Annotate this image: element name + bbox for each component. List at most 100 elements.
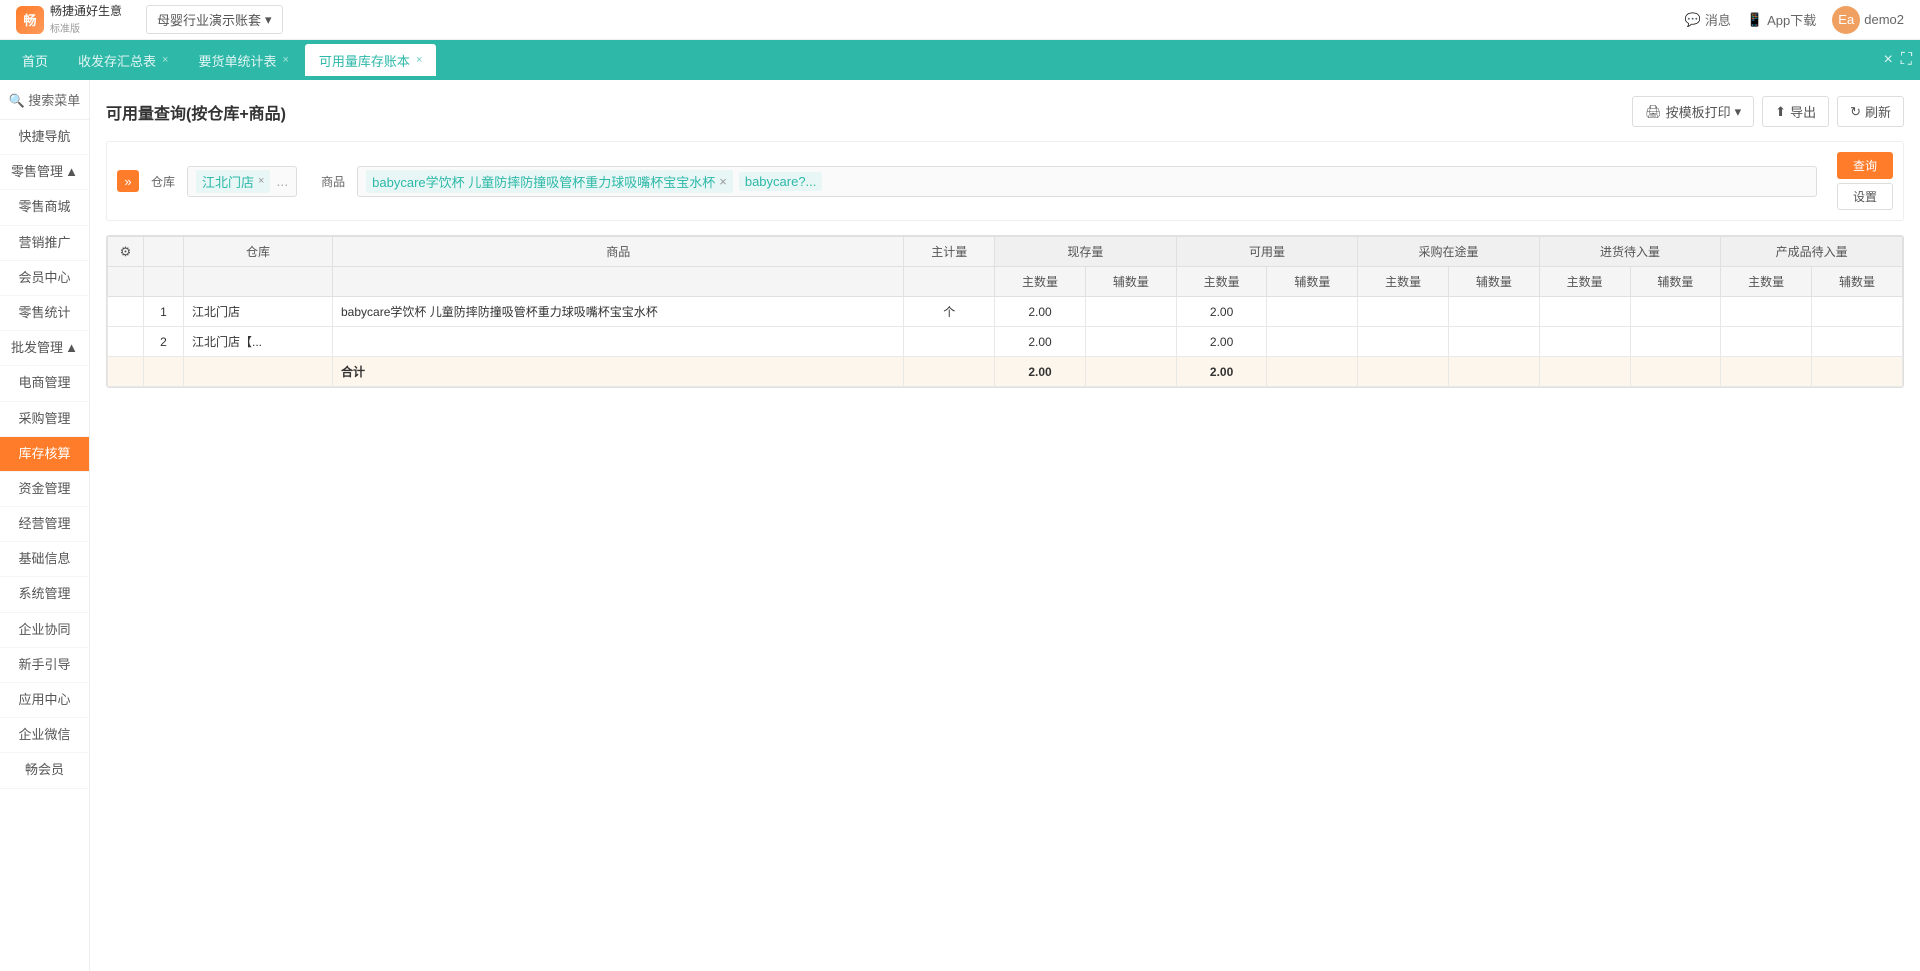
warehouse-filter[interactable]: 江北门店 × ...	[187, 166, 297, 197]
page-header: 可用量查询(按仓库+商品) 🖨 按模板打印 ▾ ⬆ 导出 ↻ 刷新	[106, 96, 1904, 127]
sidebar-item-finance[interactable]: 资金管理	[0, 472, 89, 507]
close-available-inventory-tab[interactable]: ×	[416, 54, 422, 66]
close-order-stats-tab[interactable]: ×	[282, 54, 288, 66]
warehouse-tag: 江北门店 ×	[196, 170, 270, 193]
brand-title: 畅捷通好生意	[50, 4, 122, 20]
sidebar-item-operations[interactable]: 经营管理	[0, 507, 89, 542]
remove-product-tag-1[interactable]: ×	[719, 174, 727, 189]
close-all-tabs-btn[interactable]: ×	[1883, 51, 1892, 69]
gear-icon[interactable]: ⚙	[120, 244, 132, 259]
sidebar-search[interactable]: 🔍 搜索菜单	[0, 80, 89, 120]
message-btn[interactable]: 💬 消息	[1685, 10, 1731, 29]
user-menu[interactable]: Ea demo2	[1832, 6, 1904, 34]
product-tag-1: babycare学饮杯 儿童防摔防撞吸管杯重力球吸嘴杯宝宝水杯 ×	[366, 170, 733, 193]
th-purchase-in-aux: 辅数量	[1449, 267, 1540, 297]
th-avail-aux: 辅数量	[1267, 267, 1358, 297]
product-filter[interactable]: babycare学饮杯 儿童防摔防撞吸管杯重力球吸嘴杯宝宝水杯 × babyca…	[357, 166, 1817, 197]
sidebar-item-basic-info[interactable]: 基础信息	[0, 542, 89, 577]
app-download-btn[interactable]: 📱 App下载	[1747, 10, 1816, 29]
search-label: 搜索菜单	[28, 93, 80, 108]
sidebar-item-marketing[interactable]: 营销推广	[0, 226, 89, 261]
top-bar-left: 畅 畅捷通好生意 标准版 母婴行业演示账套 ▾	[16, 4, 283, 35]
org-selector[interactable]: 母婴行业演示账套 ▾	[146, 5, 283, 34]
wholesale-expand-icon: ▲	[65, 339, 78, 357]
total-avail-main: 2.00	[1176, 357, 1267, 387]
nav-right-icons: × ⛶	[1883, 51, 1912, 69]
setting-btn[interactable]: 设置	[1837, 183, 1893, 210]
th-arrival-main: 主数量	[1539, 267, 1630, 297]
sidebar-item-enterprise-collab[interactable]: 企业协同	[0, 613, 89, 648]
tab-home[interactable]: 首页	[8, 44, 62, 76]
main-layout: 🔍 搜索菜单 快捷导航 零售管理 ▲ 零售商城 营销推广 会员中心 零售统计 批…	[0, 80, 1920, 971]
top-bar: 畅 畅捷通好生意 标准版 母婴行业演示账套 ▾ 💬 消息 📱 App下载 Ea …	[0, 0, 1920, 40]
sidebar-item-ecommerce[interactable]: 电商管理	[0, 366, 89, 401]
print-btn[interactable]: 🖨 按模板打印 ▾	[1632, 96, 1754, 127]
refresh-btn[interactable]: ↻ 刷新	[1837, 96, 1904, 127]
sidebar-item-member-center[interactable]: 会员中心	[0, 261, 89, 296]
table-row: 2 江北门店【... 2.00 2.00	[108, 327, 1903, 357]
print-dropdown-icon: ▾	[1735, 104, 1742, 120]
th-avail-main: 主数量	[1176, 267, 1267, 297]
th-gear: ⚙	[108, 237, 144, 267]
total-row: 合计 2.00 2.00	[108, 357, 1903, 387]
tab-available-inventory[interactable]: 可用量库存账本 ×	[305, 44, 436, 76]
th-arrival-group: 进货待入量	[1539, 237, 1721, 267]
sidebar-item-app-center[interactable]: 应用中心	[0, 683, 89, 718]
table-wrapper: ⚙ 仓库 商品 主计量 现存量 可用量 采购在途量 进货待入量 产成品待入量	[106, 235, 1904, 388]
expand-icon: ▲	[65, 163, 78, 181]
th-arrival-aux: 辅数量	[1630, 267, 1721, 297]
tab-summary[interactable]: 收发存汇总表 ×	[64, 44, 182, 76]
filter-actions: 查询 设置	[1837, 152, 1893, 210]
sidebar-item-member[interactable]: 畅会员	[0, 753, 89, 788]
search-icon: 🔍	[9, 93, 25, 108]
table-row: 1 江北门店 babycare学饮杯 儿童防摔防撞吸管杯重力球吸嘴杯宝宝水杯 个…	[108, 297, 1903, 327]
remove-warehouse-tag[interactable]: ×	[258, 175, 264, 187]
home-tab-label: 首页	[22, 51, 48, 70]
sidebar-quick-nav[interactable]: 快捷导航	[0, 120, 89, 155]
sidebar-item-retail-mgmt[interactable]: 零售管理 ▲	[0, 155, 89, 190]
product-label: 商品	[321, 173, 345, 190]
th-stock-group: 现存量	[995, 237, 1177, 267]
sidebar-item-inventory[interactable]: 库存核算	[0, 437, 89, 472]
page-title: 可用量查询(按仓库+商品)	[106, 100, 286, 124]
filter-row: » 仓库 江北门店 × ... 商品 babycare学饮杯 儿童防摔防撞吸管杯…	[106, 141, 1904, 221]
brand-icon: 畅	[16, 6, 44, 34]
brand-logo: 畅 畅捷通好生意 标准版	[16, 4, 122, 35]
sidebar-item-system[interactable]: 系统管理	[0, 577, 89, 612]
sidebar-item-purchase[interactable]: 采购管理	[0, 402, 89, 437]
th-warehouse: 仓库	[184, 237, 333, 267]
warehouse-label: 仓库	[151, 173, 175, 190]
filter-expand-btn[interactable]: »	[117, 170, 139, 192]
sidebar-item-onboarding[interactable]: 新手引导	[0, 648, 89, 683]
avatar: Ea	[1832, 6, 1860, 34]
close-summary-tab[interactable]: ×	[162, 54, 168, 66]
th-purchase-in-group: 采购在途量	[1358, 237, 1540, 267]
message-icon: 💬	[1685, 12, 1701, 28]
product-tag-2: babycare?...	[739, 172, 823, 191]
query-btn[interactable]: 查询	[1837, 152, 1893, 179]
tab-order-stats[interactable]: 要货单统计表 ×	[184, 44, 302, 76]
sidebar-item-enterprise-wechat[interactable]: 企业微信	[0, 718, 89, 753]
th-stock-main: 主数量	[995, 267, 1086, 297]
export-btn[interactable]: ⬆ 导出	[1762, 96, 1829, 127]
page-actions: 🖨 按模板打印 ▾ ⬆ 导出 ↻ 刷新	[1632, 96, 1904, 127]
th-stock-aux: 辅数量	[1085, 267, 1176, 297]
nav-tabs: 首页 收发存汇总表 × 要货单统计表 × 可用量库存账本 × × ⛶	[0, 40, 1920, 80]
fullscreen-btn[interactable]: ⛶	[1901, 51, 1912, 69]
export-icon: ⬆	[1775, 104, 1786, 120]
brand-subtitle: 标准版	[50, 20, 122, 35]
th-purchase-in-main: 主数量	[1358, 267, 1449, 297]
sidebar-item-retail-stats[interactable]: 零售统计	[0, 296, 89, 331]
page-container: 可用量查询(按仓库+商品) 🖨 按模板打印 ▾ ⬆ 导出 ↻ 刷新	[90, 80, 1920, 971]
warehouse-more-btn[interactable]: ...	[276, 173, 288, 189]
th-product: 商品	[333, 237, 904, 267]
th-product-in-main: 主数量	[1721, 267, 1812, 297]
download-icon: 📱	[1747, 12, 1763, 28]
available-inventory-tab-label: 可用量库存账本	[319, 51, 410, 70]
print-icon: 🖨	[1645, 104, 1662, 120]
th-main-unit: 主计量	[904, 237, 995, 267]
sidebar-item-wholesale-mgmt[interactable]: 批发管理 ▲	[0, 331, 89, 366]
summary-tab-label: 收发存汇总表	[78, 51, 156, 70]
inventory-table: ⚙ 仓库 商品 主计量 现存量 可用量 采购在途量 进货待入量 产成品待入量	[107, 236, 1903, 387]
sidebar-item-retail-mall[interactable]: 零售商城	[0, 190, 89, 225]
